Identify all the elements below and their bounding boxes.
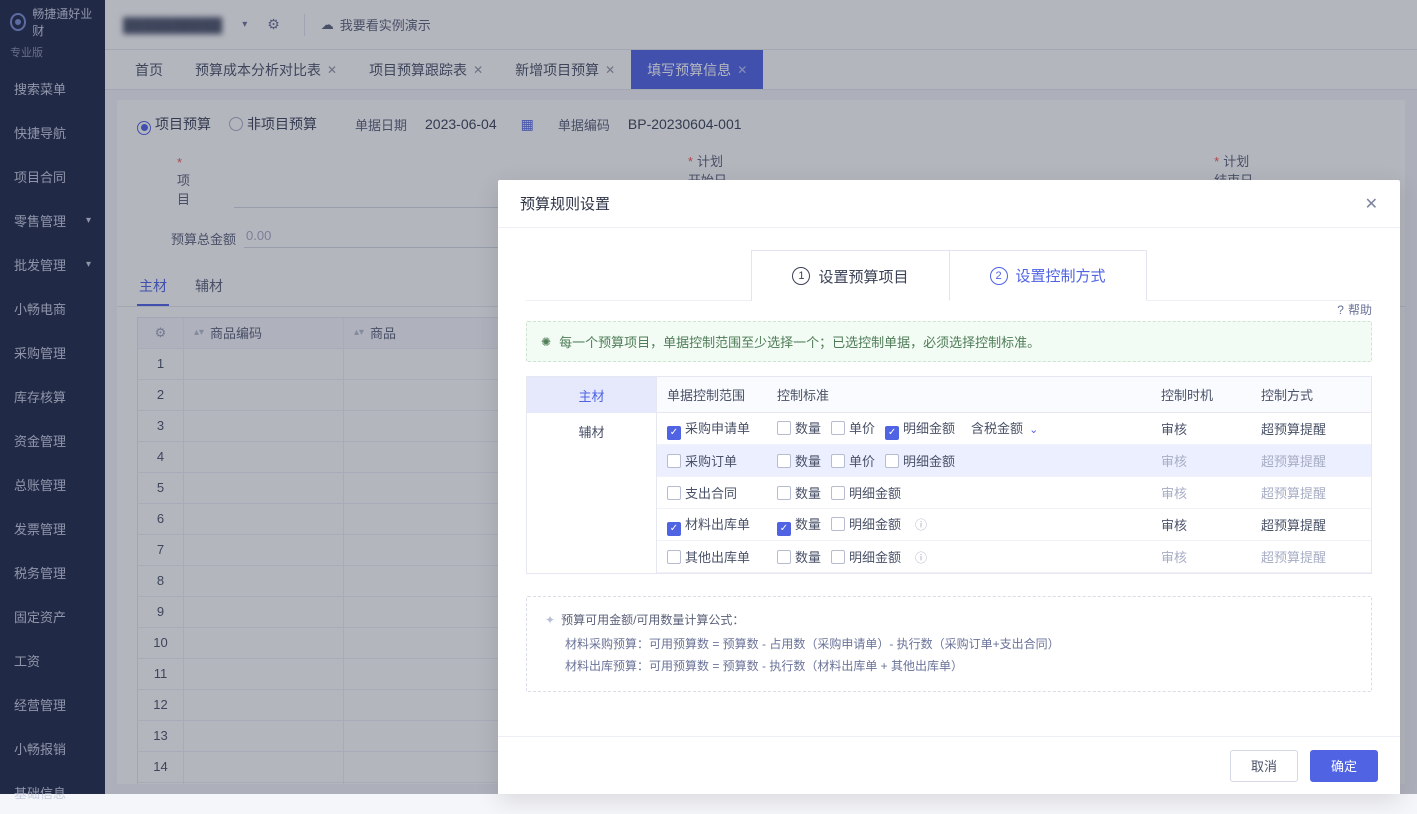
rule-side-main[interactable]: 主材 (527, 377, 656, 413)
modal-footer: 取消 确定 (498, 736, 1400, 794)
rule-row: 采购订单数量单价明细金额审核超预算提醒 (657, 445, 1371, 477)
checkbox[interactable] (831, 550, 845, 564)
bulb-icon (545, 613, 555, 627)
checkbox[interactable] (777, 522, 791, 536)
rule-row: 采购申请单数量单价明细金额含税金额⌄审核超预算提醒 (657, 413, 1371, 445)
step-tab-1[interactable]: 1设置预算项目 (751, 250, 948, 301)
checkbox[interactable] (885, 426, 899, 440)
checkbox[interactable] (885, 454, 899, 468)
checkbox[interactable] (831, 454, 845, 468)
modal-title: 预算规则设置 (520, 193, 610, 214)
rule-side-tabs: 主材 辅材 (527, 377, 657, 573)
rule-row: 材料出库单数量明细金额ⓘ审核超预算提醒 (657, 509, 1371, 541)
modal-body: 1设置预算项目 2设置控制方式 ?帮助 每⼀个预算项⽬，单据控制范围⾄少选择⼀个… (498, 228, 1400, 736)
rule-main: 单据控制范围 控制标准 控制时机 控制方式 采购申请单数量单价明细金额含税金额⌄… (657, 377, 1371, 573)
checkbox[interactable] (831, 486, 845, 500)
close-icon[interactable]: ✕ (1365, 194, 1378, 214)
checkbox[interactable] (667, 454, 681, 468)
question-icon: ? (1337, 303, 1344, 317)
info-icon[interactable]: ⓘ (915, 551, 927, 565)
chevron-down-icon[interactable]: ⌄ (1029, 424, 1038, 436)
checkbox[interactable] (831, 421, 845, 435)
rule-row: 支出合同数量明细金额审核超预算提醒 (657, 477, 1371, 509)
checkbox[interactable] (667, 426, 681, 440)
modal-header: 预算规则设置 ✕ (498, 180, 1400, 228)
budget-rule-modal: 预算规则设置 ✕ 1设置预算项目 2设置控制方式 ?帮助 每⼀个预算项⽬，单据控… (498, 180, 1400, 794)
rule-table-head: 单据控制范围 控制标准 控制时机 控制方式 (657, 377, 1371, 413)
sun-icon (541, 334, 551, 349)
checkbox[interactable] (777, 421, 791, 435)
step-tabs: 1设置预算项目 2设置控制方式 (526, 250, 1372, 301)
checkbox[interactable] (777, 550, 791, 564)
rule-side-aux[interactable]: 辅材 (527, 413, 656, 449)
checkbox[interactable] (667, 522, 681, 536)
checkbox[interactable] (831, 517, 845, 531)
formula-box: 预算可用金额/可用数量计算公式： 材料采购预算：可用预算数 = 预算数 - 占用… (526, 596, 1372, 692)
rule-row: 其他出库单数量明细金额ⓘ审核超预算提醒 (657, 541, 1371, 573)
ok-button[interactable]: 确定 (1310, 750, 1378, 782)
info-icon[interactable]: ⓘ (915, 518, 927, 532)
rule-grid: 主材 辅材 单据控制范围 控制标准 控制时机 控制方式 采购申请单数量单价明细金… (526, 376, 1372, 574)
hint-box: 每⼀个预算项⽬，单据控制范围⾄少选择⼀个；已选控制单据，必须选择控制标准。 (526, 321, 1372, 362)
step-tab-2[interactable]: 2设置控制方式 (949, 250, 1147, 301)
checkbox[interactable] (667, 550, 681, 564)
checkbox[interactable] (777, 454, 791, 468)
checkbox[interactable] (777, 486, 791, 500)
checkbox[interactable] (667, 486, 681, 500)
help-link[interactable]: ?帮助 (1337, 301, 1372, 318)
cancel-button[interactable]: 取消 (1230, 750, 1298, 782)
